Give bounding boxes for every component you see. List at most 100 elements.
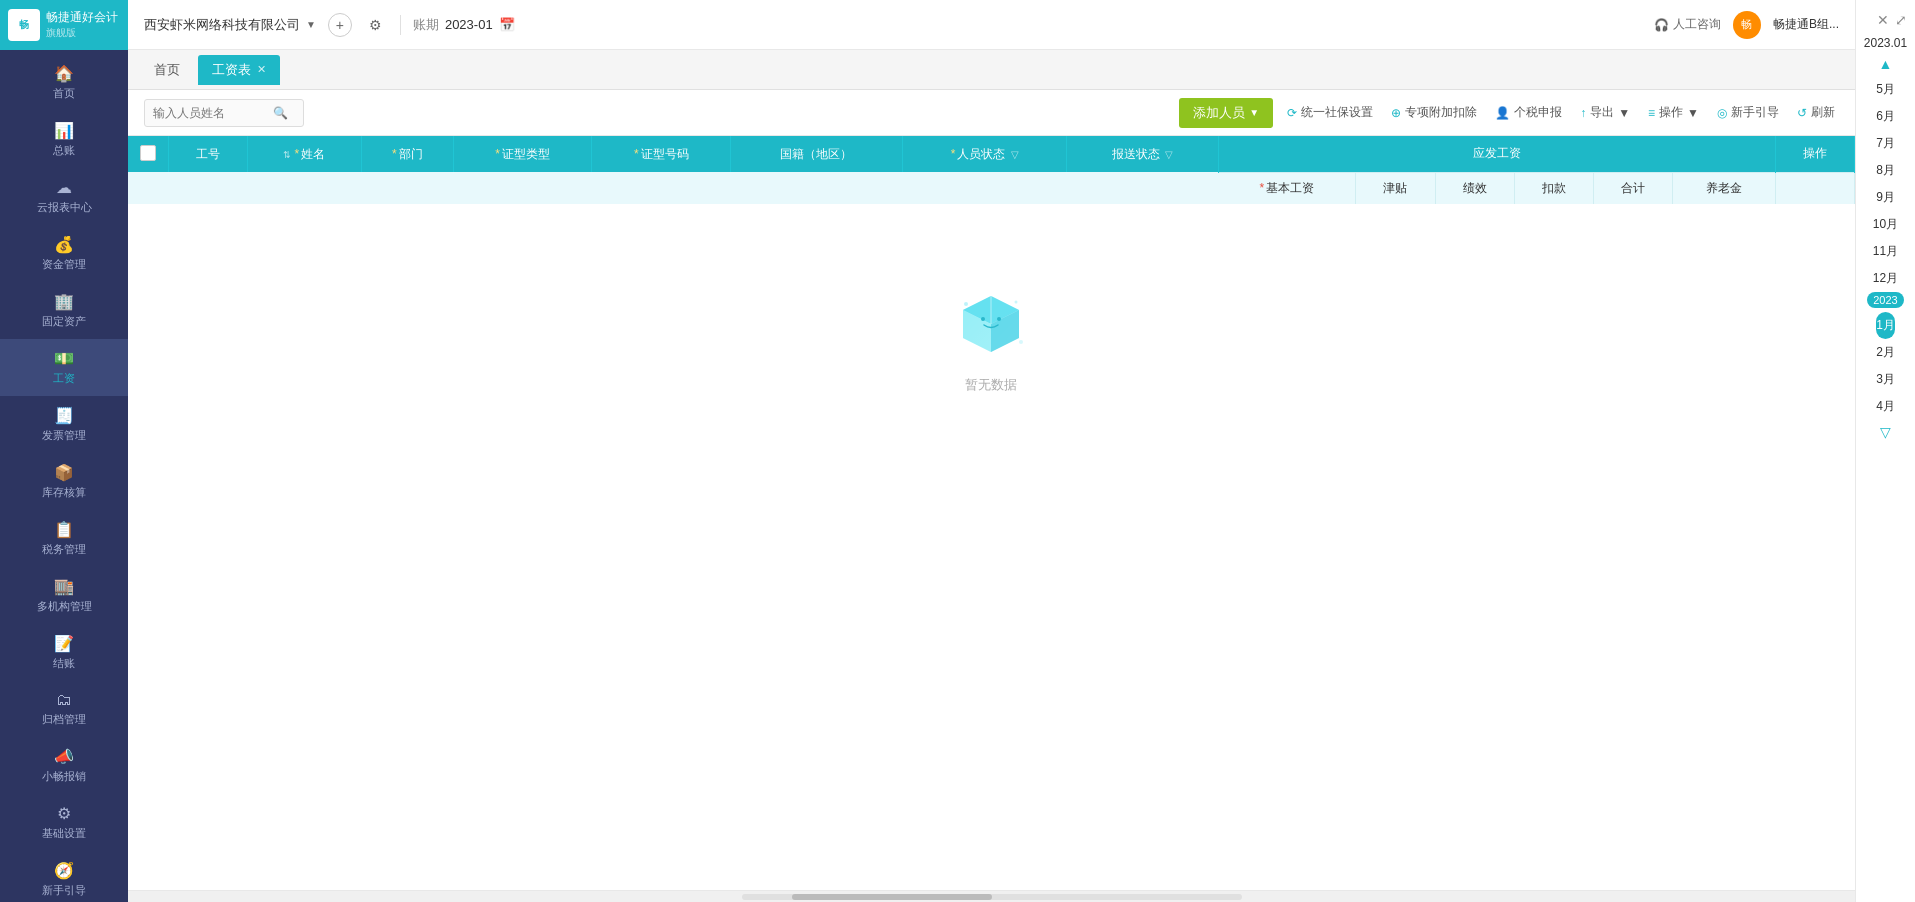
sidebar-item-4[interactable]: 🏢固定资产	[0, 282, 128, 339]
th-should-pay: 应发工资	[1218, 136, 1775, 172]
sidebar-item-7[interactable]: 📦库存核算	[0, 453, 128, 510]
svg-point-4	[981, 317, 985, 321]
tax-declaration-action[interactable]: 👤 个税申报	[1491, 104, 1566, 121]
search-wrap: 🔍	[144, 99, 304, 127]
month-item-prev-8月[interactable]: 8月	[1873, 157, 1898, 184]
select-all-checkbox[interactable]	[140, 145, 156, 161]
export-icon: ↑	[1580, 106, 1586, 120]
sidebar-item-6[interactable]: 🧾发票管理	[0, 396, 128, 453]
th-report-status: 报送状态 ▽	[1067, 136, 1218, 172]
sidebar-item-8[interactable]: 📋税务管理	[0, 510, 128, 567]
nav-icon-1: 📊	[54, 121, 74, 140]
month-item-curr-1月[interactable]: 1月	[1876, 312, 1895, 339]
logo-badge: 旗舰版	[46, 26, 118, 40]
nav-label-13: 基础设置	[42, 826, 86, 841]
panel-close-icon[interactable]: ✕	[1877, 12, 1889, 28]
tab-home[interactable]: 首页	[140, 55, 194, 85]
sidebar-item-1[interactable]: 📊 总账	[0, 111, 128, 168]
sidebar-item-5[interactable]: 💵工资	[0, 339, 128, 396]
sidebar-item-14[interactable]: 🧭新手引导	[0, 851, 128, 902]
social-security-action[interactable]: ⟳ 统一社保设置	[1283, 104, 1377, 121]
tab-close-icon[interactable]: ✕	[257, 63, 266, 76]
month-item-prev-6月[interactable]: 6月	[1873, 103, 1898, 130]
user-avatar[interactable]: 畅	[1733, 11, 1761, 39]
empty-text: 暂无数据	[965, 376, 1017, 394]
nav-icon-3: 💰	[54, 235, 74, 254]
refresh-action[interactable]: ↺ 刷新	[1793, 104, 1839, 121]
month-item-curr-4月[interactable]: 4月	[1870, 393, 1901, 420]
export-arrow-icon: ▼	[1618, 106, 1630, 120]
panel-current-year: 2023.01	[1864, 34, 1907, 52]
th-cert-type: *证型类型	[453, 136, 592, 172]
month-item-prev-11月[interactable]: 11月	[1873, 238, 1898, 265]
month-item-prev-9月[interactable]: 9月	[1873, 184, 1898, 211]
sidebar-nav: 🏠首页 📊 总账 ☁云报表中心💰资金管理🏢固定资产💵工资🧾发票管理📦库存核算📋税务管理…	[0, 50, 128, 902]
plus-circle-icon: ⊕	[1391, 106, 1401, 120]
sidebar: 畅 畅捷通好会计 旗舰版 🏠首页 📊 总账 ☁云报表中心💰资金管理🏢固定资产💵工资🧾发…	[0, 0, 128, 902]
panel-maximize-icon[interactable]: ⤢	[1895, 12, 1907, 28]
sidebar-item-2[interactable]: ☁云报表中心	[0, 168, 128, 225]
calendar-icon[interactable]: 📅	[499, 17, 515, 32]
nav-icon-5: 💵	[54, 349, 74, 368]
nav-icon-8: 📋	[54, 520, 74, 539]
month-item-curr-3月[interactable]: 3月	[1870, 366, 1901, 393]
th-employee-id: 工号	[168, 136, 247, 172]
right-panel: ✕ ⤢ 2023.01 ▲ 5月6月7月8月9月10月11月12月 2023 1…	[1855, 0, 1915, 902]
nav-icon-9: 🏬	[54, 577, 74, 596]
tabs-bar: 首页 工资表 ✕	[128, 50, 1855, 90]
main-area: 西安虾米网络科技有限公司 ▼ + ⚙ 账期 2023-01 📅 🎧 人工咨询 畅…	[128, 0, 1855, 902]
refresh-icon: ↺	[1797, 106, 1807, 120]
nav-icon-12: 📣	[54, 747, 74, 766]
tab-salary[interactable]: 工资表 ✕	[198, 55, 280, 85]
panel-up-arrow[interactable]: ▲	[1875, 52, 1897, 76]
salary-table: 工号 ⇅ *姓名 *部门 *证型类型 *证型号码 国籍（地区） *人员状态 ▽ …	[128, 136, 1855, 474]
th-allowance: 津贴	[1356, 172, 1435, 204]
operation-action[interactable]: ≡ 操作 ▼	[1644, 104, 1703, 121]
human-service-button[interactable]: 🎧 人工咨询	[1654, 16, 1721, 33]
month-item-prev-12月[interactable]: 12月	[1873, 265, 1898, 292]
nav-label-9: 多机构管理	[37, 599, 92, 614]
th-operation: 操作	[1775, 136, 1854, 172]
sidebar-item-10[interactable]: 📝结账	[0, 624, 128, 681]
month-item-curr-2月[interactable]: 2月	[1870, 339, 1901, 366]
guide-action[interactable]: ◎ 新手引导	[1713, 104, 1783, 121]
add-person-button[interactable]: 添加人员 ▼	[1179, 98, 1273, 128]
user-icon: 👤	[1495, 106, 1510, 120]
sidebar-item-3[interactable]: 💰资金管理	[0, 225, 128, 282]
export-action[interactable]: ↑ 导出 ▼	[1576, 104, 1634, 121]
sync-icon: ⟳	[1287, 106, 1297, 120]
company-selector[interactable]: 西安虾米网络科技有限公司 ▼	[144, 16, 316, 34]
sidebar-item-0[interactable]: 🏠首页	[0, 54, 128, 111]
nav-label-2: 云报表中心	[37, 200, 92, 215]
empty-state-cell: 暂无数据	[128, 204, 1855, 474]
search-input[interactable]	[153, 106, 273, 120]
scroll-thumb[interactable]	[792, 894, 992, 900]
nav-label-0: 首页	[53, 86, 75, 101]
th-deduction: 扣款	[1514, 172, 1593, 204]
sidebar-item-9[interactable]: 🏬 多机构管理	[0, 567, 128, 624]
headset-icon: 🎧	[1654, 18, 1669, 32]
sidebar-item-12[interactable]: 📣 小畅报销	[0, 737, 128, 794]
period-value: 2023-01	[445, 17, 493, 32]
nav-icon-13: ⚙	[57, 804, 71, 823]
nav-label-12: 小畅报销	[42, 769, 86, 784]
th-base-salary: *基本工资	[1218, 172, 1356, 204]
chevron-down-icon: ▼	[306, 19, 316, 30]
refresh-label: 刷新	[1811, 104, 1835, 121]
horizontal-scrollbar[interactable]	[128, 890, 1855, 902]
app-logo: 畅 畅捷通好会计 旗舰版	[0, 0, 128, 50]
settings-icon[interactable]: ⚙	[364, 13, 388, 37]
special-deduction-action[interactable]: ⊕ 专项附加扣除	[1387, 104, 1481, 121]
month-item-prev-10月[interactable]: 10月	[1873, 211, 1898, 238]
month-item-prev-5月[interactable]: 5月	[1873, 76, 1898, 103]
th-pension: 养老金	[1673, 172, 1775, 204]
add-company-button[interactable]: +	[328, 13, 352, 37]
period-label: 账期	[413, 16, 439, 34]
nav-label-1: 总账	[53, 143, 75, 158]
sidebar-item-11[interactable]: 🗂归档管理	[0, 681, 128, 737]
panel-down-arrow[interactable]: ▽	[1876, 420, 1895, 444]
nav-icon-14: 🧭	[54, 861, 74, 880]
sidebar-item-13[interactable]: ⚙ 基础设置	[0, 794, 128, 851]
month-item-prev-7月[interactable]: 7月	[1873, 130, 1898, 157]
panel-top-buttons: ✕ ⤢	[1869, 6, 1915, 34]
